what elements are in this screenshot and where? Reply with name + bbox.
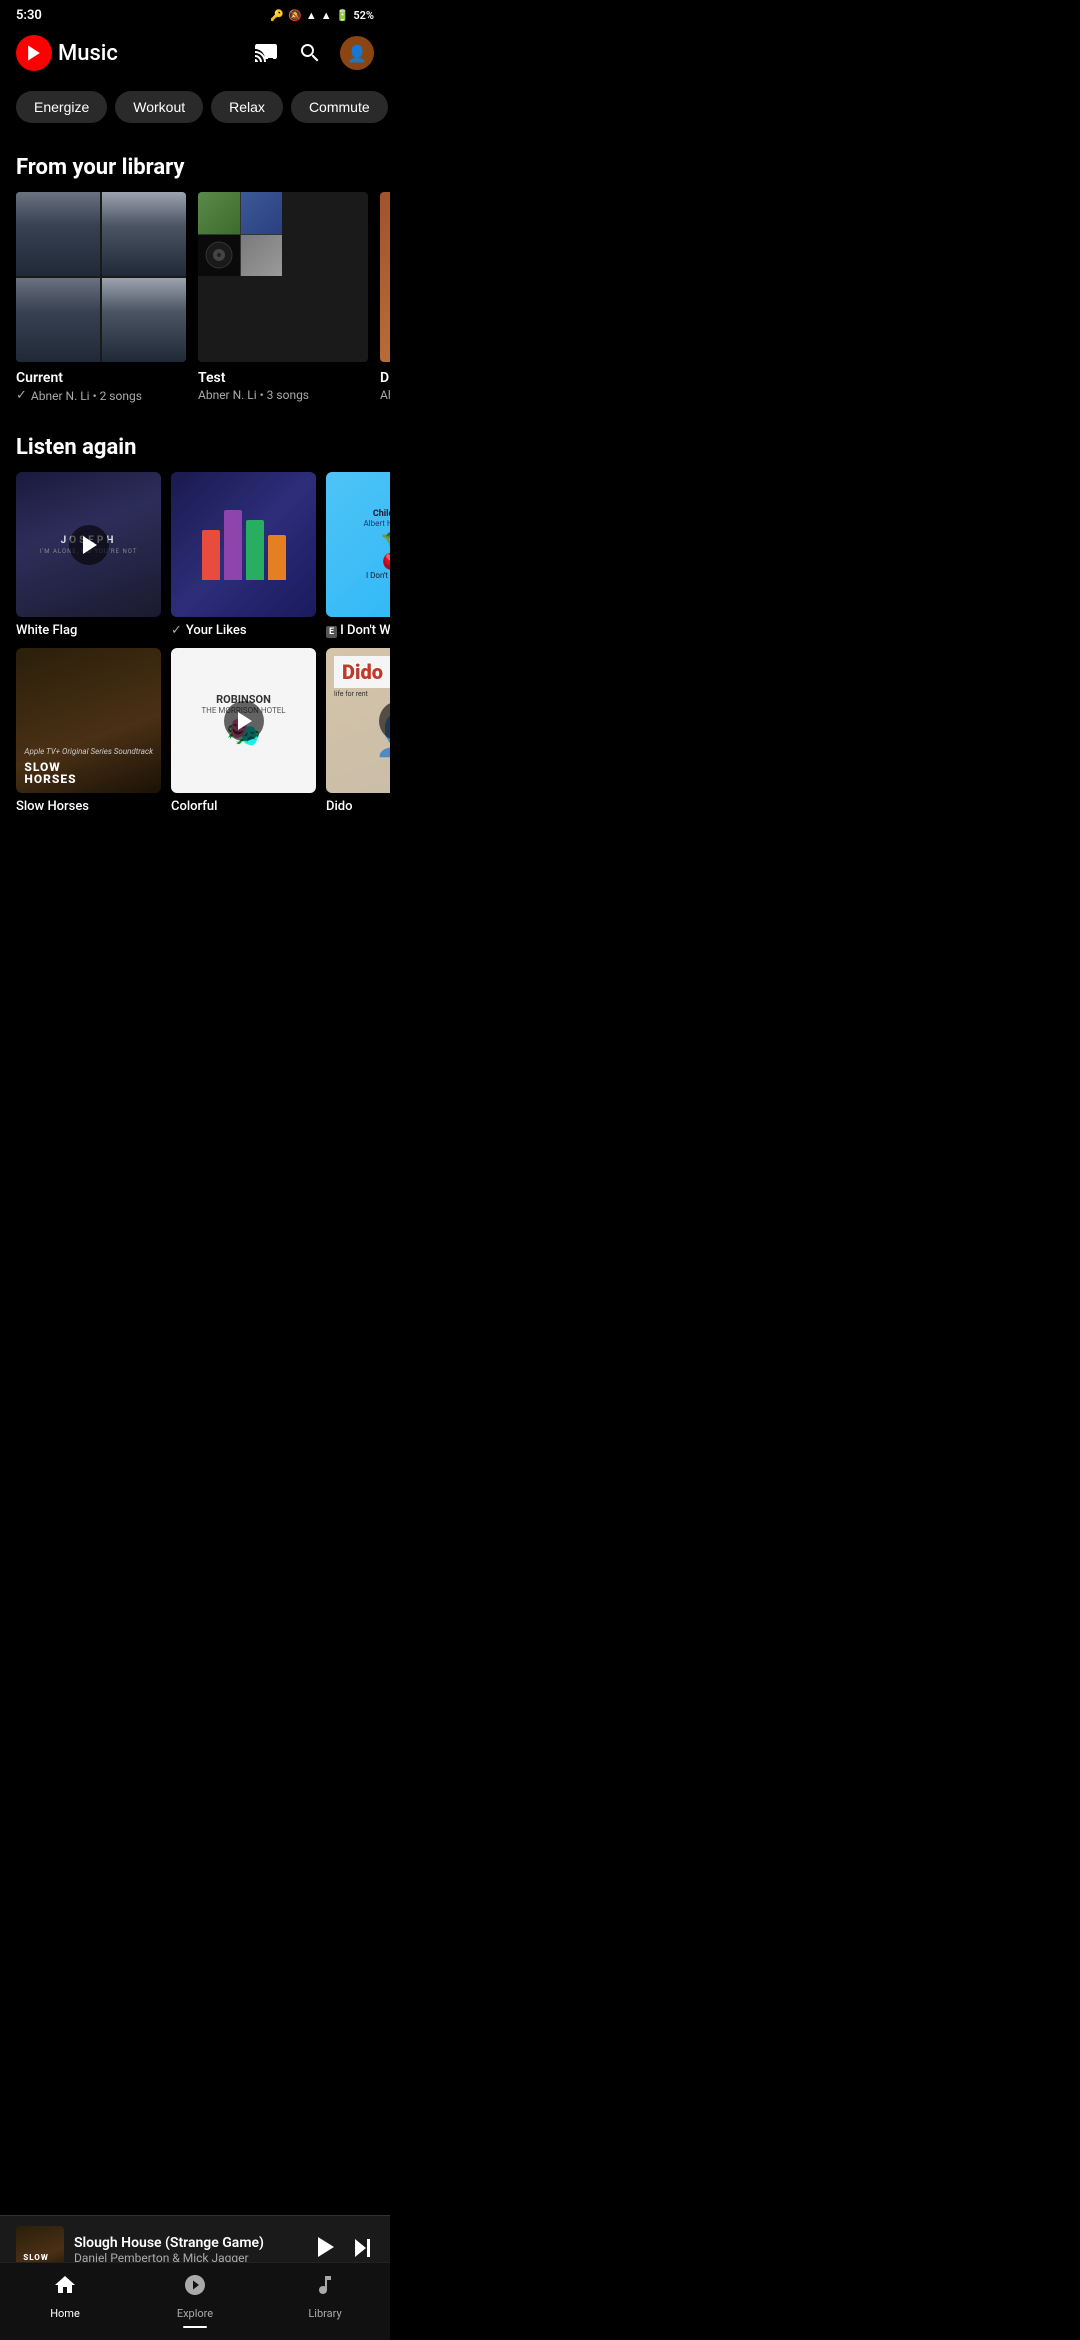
listen-again-row-1: JOSEPH I'M ALONE, NO YOU'RE NOT White Fl… [0,472,390,648]
listen-item-dido[interactable]: Dido life for rent 👤 Dido [326,648,390,814]
app-header: Music 👤 [0,27,390,83]
library-row: Current ✓ Abner N. Li • 2 songs [0,192,390,403]
library-art-disc: 🎨 [380,192,390,362]
slow-horses-text-area: Apple TV+ Original Series Soundtrack SLO… [24,747,153,785]
test-cell-1 [198,192,240,234]
listen-art-dido: Dido life for rent 👤 [326,648,390,793]
art-cell-3 [16,278,100,362]
chip-workout[interactable]: Workout [115,91,203,123]
bottom-nav: Home Explore Library [0,2262,390,2340]
library-item-meta-current: ✓ Abner N. Li • 2 songs [16,388,186,403]
listen-item-name-dido: Dido [326,799,390,814]
check-icon-current: ✓ [16,388,27,403]
test-cell-4 [241,235,283,277]
test-cell-3 [198,235,240,277]
logo-area: Music [16,35,118,71]
chip-energize[interactable]: Energize [16,91,107,123]
hammond-art-content: Child Animal Albert Hammond Jr 🍒 I Don't… [355,501,390,589]
library-icon [313,2273,337,2303]
play-overlay-colorful[interactable] [224,701,264,741]
likes-bars [202,510,286,580]
now-playing-info: Slough House (Strange Game) Daniel Pembe… [74,2235,302,2265]
library-item-name-current: Current [16,370,186,386]
status-bar: 5:30 🔑 🔕 ▲ ▲ 🔋 52% [0,0,390,27]
key-icon: 🔑 [270,9,284,22]
hammond-art-inner: Child Animal Albert Hammond Jr 🍒 I Don't… [326,472,390,617]
user-avatar[interactable]: 👤 [340,36,374,70]
nav-item-explore[interactable]: Explore [130,2263,260,2340]
mood-chips-row: Energize Workout Relax Commute Fo... [0,83,390,139]
listen-item-name-hammond: EI Don't Wanna Talk (I Just Wanna Dance) [326,623,390,638]
art-cell-4 [102,278,186,362]
battery-percent: 52% [353,9,374,22]
art-cell-2 [102,192,186,276]
nav-item-home[interactable]: Home [0,2263,130,2340]
listen-item-colorful[interactable]: ROBINSON THE MORRISON HOTEL 🎭 Colorful [171,648,316,814]
listen-again-row-2: Apple TV+ Original Series Soundtrack SLO… [0,648,390,824]
library-item-current[interactable]: Current ✓ Abner N. Li • 2 songs [16,192,186,403]
wifi-icon: ▲ [306,9,317,22]
signal-icon: ▲ [321,9,332,22]
cast-button[interactable] [252,39,280,67]
explore-icon [183,2273,207,2303]
nav-label-explore: Explore [177,2307,213,2320]
listen-item-slow-horses[interactable]: Apple TV+ Original Series Soundtrack SLO… [16,648,161,814]
nav-item-library[interactable]: Library [260,2263,390,2340]
now-playing-title: Slough House (Strange Game) [74,2235,302,2251]
search-button[interactable] [296,39,324,67]
art-cell-1 [16,192,100,276]
explore-active-indicator [183,2326,207,2328]
listen-item-white-flag[interactable]: JOSEPH I'M ALONE, NO YOU'RE NOT White Fl… [16,472,161,638]
library-item-meta-disc: Abner N. Li [380,388,390,402]
listen-art-your-likes [171,472,316,617]
home-icon [53,2273,77,2303]
status-time: 5:30 [16,8,42,23]
library-item-disc[interactable]: 🎨 Disc... Abner N. Li [380,192,390,403]
listen-item-hammond[interactable]: Child Animal Albert Hammond Jr 🍒 I Don't… [326,472,390,638]
play-triangle-colorful [238,712,252,730]
listen-art-hammond: Child Animal Albert Hammond Jr 🍒 I Don't… [326,472,390,617]
listen-art-colorful: ROBINSON THE MORRISON HOTEL 🎭 [171,648,316,793]
library-section-title: From your library [0,139,390,192]
library-item-name-disc: Disc... [380,370,390,386]
dido-title-box: Dido life for rent [334,656,390,698]
library-art-current [16,192,186,362]
listen-item-name-your-likes: ✓ Your Likes [171,623,316,638]
header-actions: 👤 [252,36,374,70]
listen-art-white-flag: JOSEPH I'M ALONE, NO YOU'RE NOT [16,472,161,617]
app-name: Music [58,41,118,66]
listen-item-name-white-flag: White Flag [16,623,161,638]
slow-horses-art-inner: Apple TV+ Original Series Soundtrack SLO… [16,648,161,793]
youtube-music-logo [16,35,52,71]
test-cell-2 [241,192,283,234]
listen-item-name-slow-horses: Slow Horses [16,799,161,814]
status-icons: 🔑 🔕 ▲ ▲ 🔋 52% [270,9,374,22]
likes-art-inner [171,472,316,617]
your-likes-check: ✓ [171,623,182,638]
nav-label-library: Library [308,2307,341,2320]
library-item-test[interactable]: Test Abner N. Li • 3 songs [198,192,368,403]
now-playing-next-button[interactable] [350,2236,374,2265]
chip-relax[interactable]: Relax [211,91,283,123]
battery-icon: 🔋 [336,9,350,22]
nav-label-home: Home [50,2307,80,2320]
play-overlay-white-flag[interactable] [69,525,109,565]
library-item-meta-test: Abner N. Li • 3 songs [198,388,368,402]
listen-art-slow-horses: Apple TV+ Original Series Soundtrack SLO… [16,648,161,793]
library-item-name-test: Test [198,370,368,386]
chip-commute[interactable]: Commute [291,91,388,123]
library-art-test [198,192,368,362]
play-triangle-white-flag [83,536,97,554]
listen-again-section-title: Listen again [0,419,390,472]
listen-item-your-likes[interactable]: ✓ Your Likes [171,472,316,638]
colorful-art-inner: ROBINSON THE MORRISON HOTEL 🎭 [171,648,316,793]
test-art-grid [198,192,282,276]
explicit-badge: E [326,626,337,638]
mute-icon: 🔕 [288,9,302,22]
listen-item-name-colorful: Colorful [171,799,316,814]
